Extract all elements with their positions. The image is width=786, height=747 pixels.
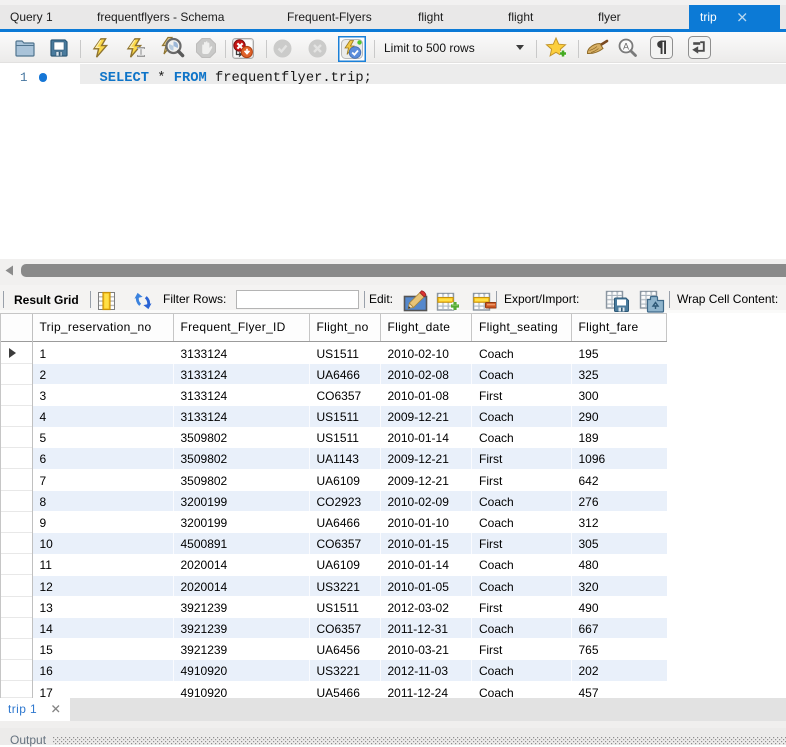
svg-text:A: A <box>623 42 629 52</box>
